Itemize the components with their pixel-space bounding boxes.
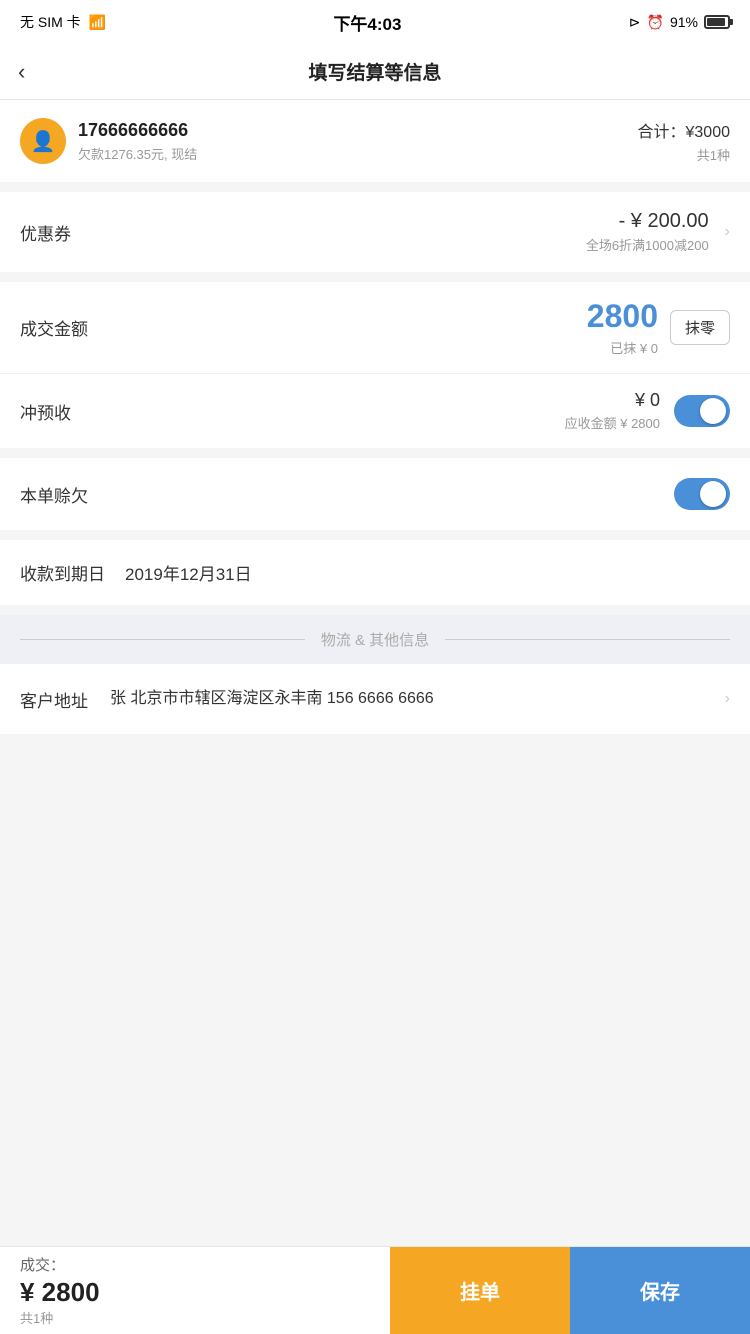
gray-area	[0, 744, 750, 864]
status-bar: 无 SIM 卡 📶 下午4:03 ⊳ ⏰ 91%	[0, 0, 750, 44]
back-button[interactable]: ‹	[18, 59, 25, 85]
date-label: 收款到期日	[20, 560, 105, 585]
transaction-sub: 已抹 ¥ 0	[587, 338, 658, 357]
coupon-chevron: ›	[725, 223, 730, 241]
address-label: 客户地址	[20, 687, 100, 712]
battery-percent: 91%	[670, 14, 698, 30]
user-details: 17666666666 欠款1276.35元, 现结	[78, 120, 197, 163]
coupon-amount: - ¥ 200.00	[586, 210, 709, 233]
no-sim-text: 无 SIM 卡	[20, 12, 81, 32]
nav-bar: ‹ 填写结算等信息	[0, 44, 750, 100]
precollect-right: ¥ 0 应收金额 ¥ 2800	[565, 390, 730, 432]
divider-section: 物流 & 其他信息	[0, 615, 750, 664]
divider-text: 物流 & 其他信息	[321, 629, 429, 650]
debt-row: 本单赊欠	[0, 458, 750, 530]
date-value: 2019年12月31日	[125, 560, 252, 585]
coupon-section: 优惠券 - ¥ 200.00 全场6折满1000减200 ›	[0, 192, 750, 272]
bottom-count: 共1种	[20, 1308, 370, 1327]
transaction-right: 2800 已抹 ¥ 0 抹零	[587, 298, 730, 357]
transaction-amount-col: 2800 已抹 ¥ 0	[587, 298, 658, 357]
date-row: 收款到期日 2019年12月31日	[0, 540, 750, 605]
status-left: 无 SIM 卡 📶	[20, 12, 106, 32]
debt-section: 本单赊欠	[0, 458, 750, 530]
amount-section: 成交金额 2800 已抹 ¥ 0 抹零 冲预收 ¥ 0 应收金额 ¥ 2800	[0, 282, 750, 448]
precollect-toggle[interactable]	[674, 395, 730, 427]
toggle-knob	[700, 398, 726, 424]
coupon-row[interactable]: 优惠券 - ¥ 200.00 全场6折满1000减200 ›	[0, 192, 750, 272]
debt-label: 本单赊欠	[20, 482, 88, 507]
precollect-value: ¥ 0	[565, 390, 660, 411]
main-content: 👤 17666666666 欠款1276.35元, 现结 合计：¥3000 共1…	[0, 100, 750, 954]
precollect-row: 冲预收 ¥ 0 应收金额 ¥ 2800	[0, 374, 750, 448]
alarm-icon: ⏰	[647, 14, 664, 31]
transaction-row: 成交金额 2800 已抹 ¥ 0 抹零	[0, 282, 750, 374]
user-card: 👤 17666666666 欠款1276.35元, 现结 合计：¥3000 共1…	[0, 100, 750, 182]
precollect-amount: ¥ 0 应收金额 ¥ 2800	[565, 390, 660, 432]
bottom-summary: 成交： ¥ 2800 共1种	[0, 1254, 390, 1327]
divider-line-right	[445, 639, 730, 640]
order-summary: 合计：¥3000 共1种	[637, 118, 730, 164]
bottom-label: 成交：	[20, 1254, 370, 1275]
precollect-sub: 应收金额 ¥ 2800	[565, 413, 660, 432]
precollect-label: 冲预收	[20, 399, 71, 424]
status-right: ⊳ ⏰ 91%	[629, 14, 730, 31]
debt-toggle[interactable]	[674, 478, 730, 510]
user-phone: 17666666666	[78, 120, 197, 141]
date-section: 收款到期日 2019年12月31日	[0, 540, 750, 605]
debt-toggle-knob	[700, 481, 726, 507]
order-total: 合计：¥3000	[637, 118, 730, 142]
bottom-amount: ¥ 2800	[20, 1277, 370, 1308]
coupon-label: 优惠券	[20, 220, 71, 245]
coupon-desc: 全场6折满1000减200	[586, 235, 709, 254]
avatar: 👤	[20, 118, 66, 164]
wifi-icon: 📶	[89, 14, 106, 31]
transaction-label: 成交金额	[20, 315, 88, 340]
address-section: 客户地址 张 北京市市辖区海淀区永丰南 156 6666 6666 ›	[0, 664, 750, 734]
save-button[interactable]: 保存	[570, 1247, 750, 1334]
divider-line-left	[20, 639, 305, 640]
user-info: 👤 17666666666 欠款1276.35元, 现结	[20, 118, 197, 164]
bottom-bar: 成交： ¥ 2800 共1种 挂单 保存	[0, 1246, 750, 1334]
battery-icon	[704, 15, 730, 29]
address-chevron: ›	[725, 690, 730, 708]
address-row[interactable]: 客户地址 张 北京市市辖区海淀区永丰南 156 6666 6666 ›	[0, 664, 750, 734]
page-title: 填写结算等信息	[308, 58, 441, 85]
user-debt: 欠款1276.35元, 现结	[78, 144, 197, 163]
round-button[interactable]: 抹零	[670, 310, 730, 345]
coupon-right: - ¥ 200.00 全场6折满1000减200 ›	[586, 210, 730, 254]
address-value: 张 北京市市辖区海淀区永丰南 156 6666 6666	[110, 687, 719, 711]
location-icon: ⊳	[629, 14, 641, 31]
status-time: 下午4:03	[333, 10, 401, 35]
transaction-amount: 2800	[587, 298, 658, 335]
hang-button[interactable]: 挂单	[390, 1247, 570, 1334]
order-count: 共1种	[637, 145, 730, 164]
